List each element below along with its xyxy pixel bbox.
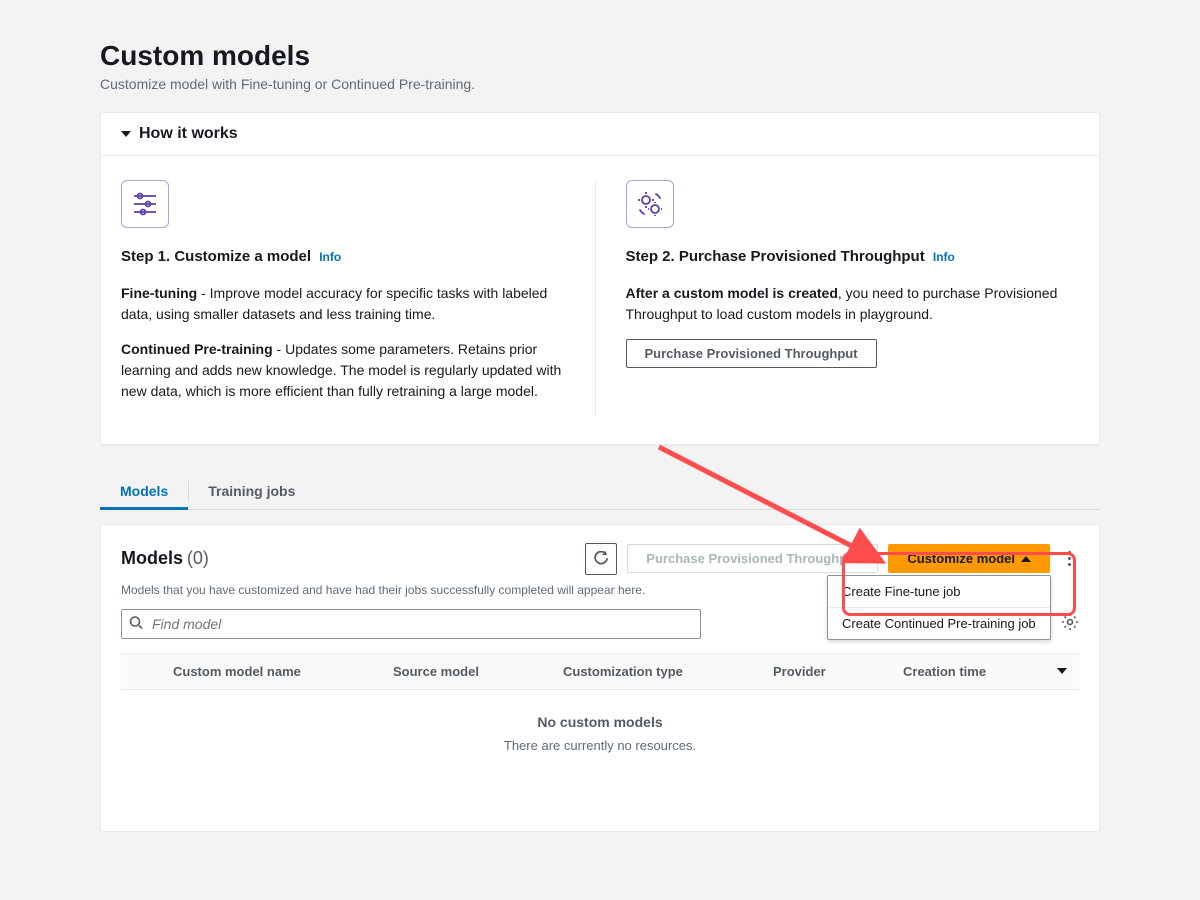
tab-models[interactable]: Models	[100, 473, 188, 509]
step2-title: Step 2. Purchase Provisioned Throughput	[626, 248, 925, 265]
create-finetune-job-item[interactable]: Create Fine-tune job	[828, 576, 1050, 607]
page-title: Custom models	[100, 40, 1100, 72]
tabs: Models Training jobs	[100, 473, 1100, 510]
col-type[interactable]: Customization type	[563, 664, 773, 679]
models-count: (0)	[187, 548, 209, 568]
more-actions-button[interactable]	[1060, 551, 1079, 566]
sliders-icon	[121, 180, 169, 228]
gears-icon	[626, 180, 674, 228]
step1-paragraph-1: Fine-tuning - Improve model accuracy for…	[121, 283, 575, 325]
purchase-throughput-button-step[interactable]: Purchase Provisioned Throughput	[626, 339, 877, 368]
search-input[interactable]	[121, 609, 701, 639]
gear-icon	[1061, 613, 1079, 631]
customize-model-button[interactable]: Customize model	[888, 544, 1050, 573]
how-it-works-heading: How it works	[139, 125, 238, 143]
page-subtitle: Customize model with Fine-tuning or Cont…	[100, 76, 1100, 92]
step-1: Step 1. Customize a model Info Fine-tuni…	[121, 180, 596, 416]
col-created[interactable]: Creation time	[903, 664, 1067, 679]
how-it-works-toggle[interactable]: How it works	[101, 113, 1099, 156]
search-icon	[129, 615, 143, 632]
col-provider[interactable]: Provider	[773, 664, 903, 679]
step1-paragraph-2: Continued Pre-training - Updates some pa…	[121, 339, 575, 402]
sort-desc-icon	[1057, 668, 1067, 674]
how-it-works-panel: How it works Step 1. Customize a model I…	[100, 112, 1100, 445]
customize-model-dropdown: Create Fine-tune job Create Continued Pr…	[827, 575, 1051, 640]
tab-training-jobs[interactable]: Training jobs	[188, 473, 315, 509]
models-table: Custom model name Source model Customiza…	[121, 653, 1079, 813]
create-continued-pretraining-item[interactable]: Create Continued Pre-training job	[828, 607, 1050, 639]
step1-title: Step 1. Customize a model	[121, 248, 311, 265]
step2-paragraph: After a custom model is created, you nee…	[626, 283, 1080, 325]
step2-info-link[interactable]: Info	[933, 250, 955, 264]
empty-title: No custom models	[121, 714, 1079, 730]
table-header-row: Custom model name Source model Customiza…	[121, 653, 1079, 690]
refresh-button[interactable]	[585, 543, 617, 575]
search-box	[121, 609, 701, 639]
caret-down-icon	[121, 131, 131, 137]
empty-subtitle: There are currently no resources.	[121, 738, 1079, 753]
empty-state: No custom models There are currently no …	[121, 690, 1079, 813]
refresh-icon	[593, 551, 609, 567]
step1-info-link[interactable]: Info	[319, 250, 341, 264]
purchase-throughput-button: Purchase Provisioned Throughput	[627, 544, 878, 573]
col-source[interactable]: Source model	[393, 664, 563, 679]
caret-up-icon	[1021, 556, 1031, 562]
settings-gear-button[interactable]	[1061, 618, 1079, 634]
step-2: Step 2. Purchase Provisioned Throughput …	[626, 180, 1080, 416]
models-panel: Models (0) Purchase Provisioned Throughp…	[100, 524, 1100, 832]
models-heading: Models	[121, 548, 183, 568]
col-name[interactable]: Custom model name	[173, 664, 393, 679]
